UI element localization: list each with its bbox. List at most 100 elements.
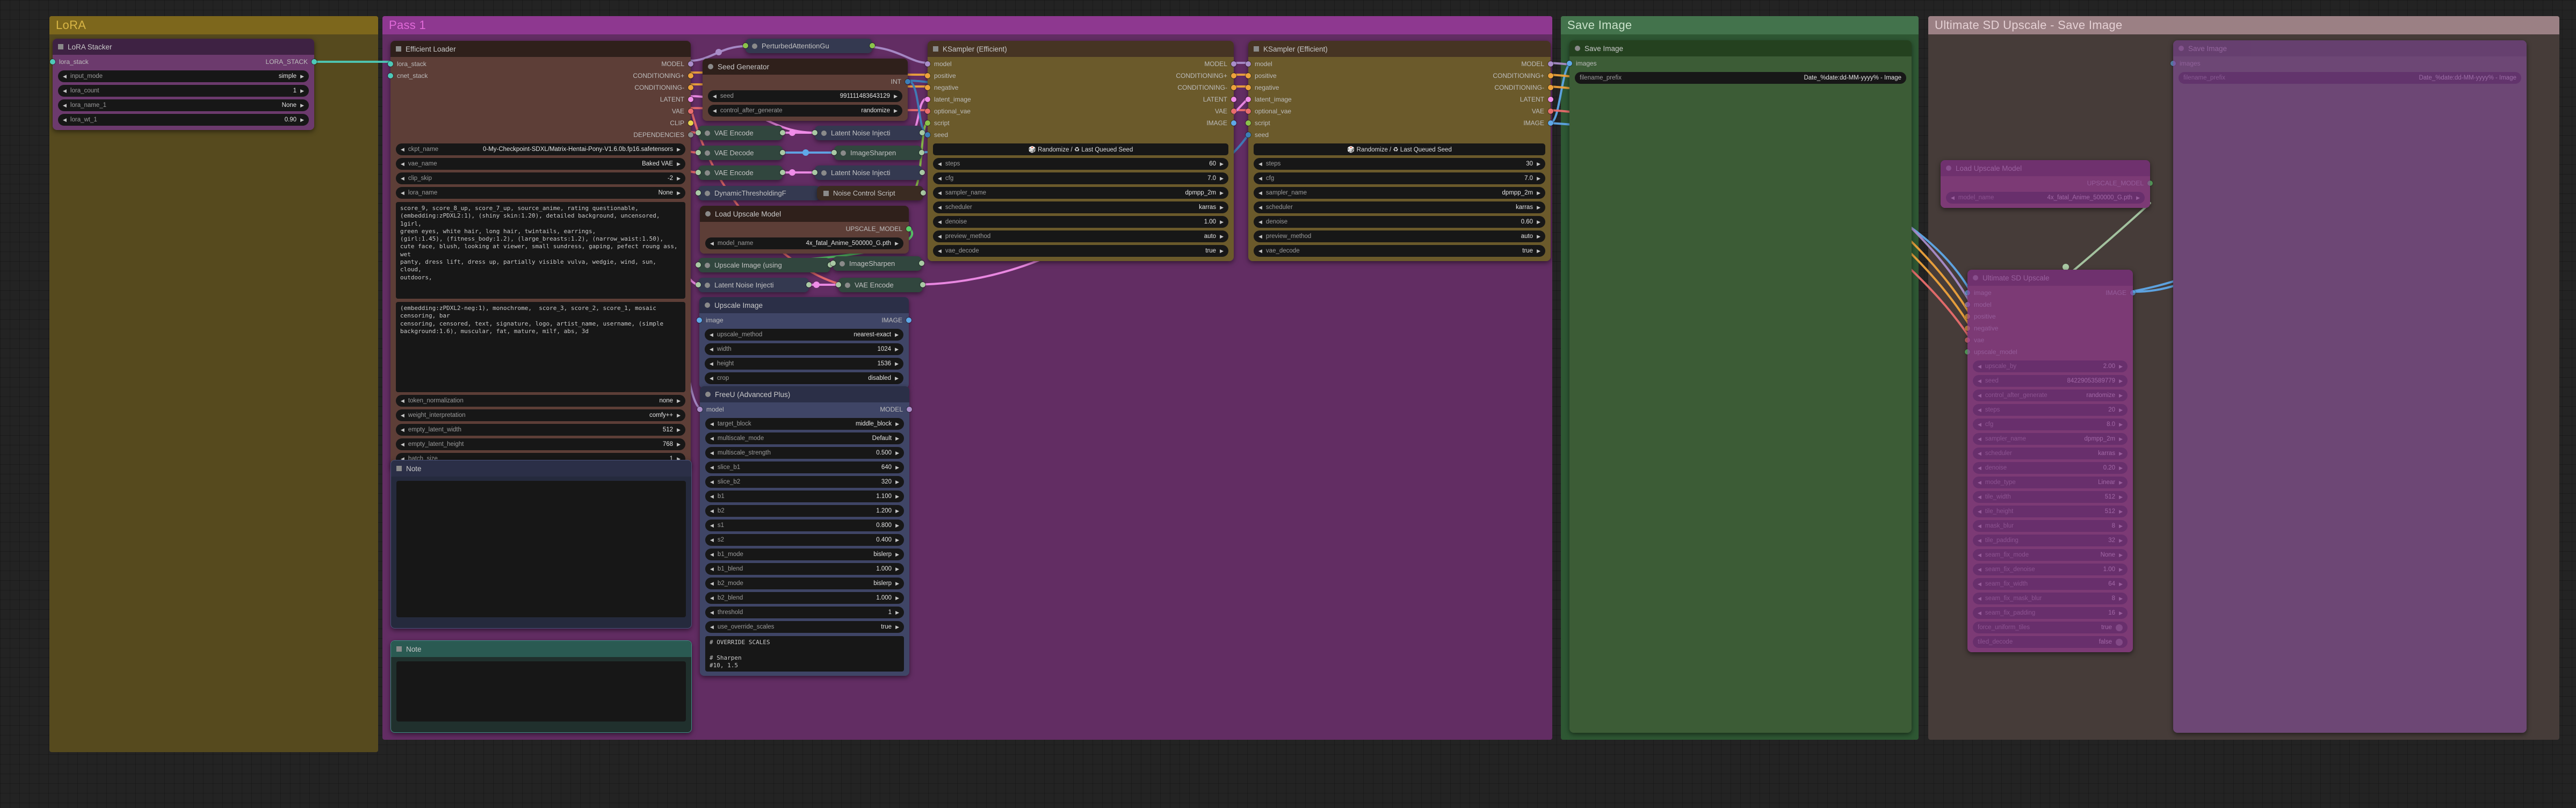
collapse-toggle-icon[interactable] (708, 64, 713, 69)
decrement-arrow-icon[interactable]: ◀ (1258, 219, 1262, 225)
collapse-toggle-icon[interactable] (705, 130, 710, 136)
widget-cfg[interactable]: ◀ cfg 7.0 ▶ (1254, 172, 1545, 184)
increment-arrow-icon[interactable]: ▶ (1220, 219, 1224, 225)
output-slot-dot[interactable] (688, 85, 693, 90)
widget-steps[interactable]: ◀ steps 30 ▶ (1254, 158, 1545, 170)
decrement-arrow-icon[interactable]: ◀ (1978, 364, 1981, 370)
node-graph-canvas[interactable]: LoRA Pass 1 Save Image Ultimate SD Upscale … (0, 0, 2576, 808)
widget-token_normalization[interactable]: ◀ token_normalization none ▶ (396, 395, 685, 407)
widget-empty_latent_height[interactable]: ◀ empty_latent_height 768 ▶ (396, 438, 685, 450)
widget-s1[interactable]: ◀ s1 0.800 ▶ (705, 520, 904, 531)
input-slot-positive[interactable]: positive (925, 72, 956, 80)
input-slot-images[interactable]: images (2170, 60, 2201, 67)
toggle-knob-icon[interactable] (2116, 638, 2123, 646)
increment-arrow-icon[interactable]: ▶ (1220, 161, 1224, 167)
output-slot-dot[interactable] (2130, 290, 2136, 295)
increment-arrow-icon[interactable]: ▶ (1220, 176, 1224, 182)
input-slot-dot[interactable] (1246, 120, 1251, 126)
group-header-lora[interactable]: LoRA (49, 16, 378, 34)
increment-arrow-icon[interactable]: ▶ (2119, 422, 2123, 428)
node-title-bar[interactable]: KSampler (Efficient) (928, 41, 1234, 57)
input-slot-dot[interactable] (2170, 61, 2176, 66)
widget-mask_blur[interactable]: ◀ mask_blur 8 ▶ (1973, 520, 2128, 532)
input-slot-dot[interactable] (1567, 61, 1572, 66)
node-dynamic-thresholding[interactable]: DynamicThresholdingF (696, 186, 823, 200)
input-slot-dot[interactable] (50, 59, 55, 64)
collapse-toggle-icon[interactable] (821, 170, 827, 176)
widget-sampler_name[interactable]: ◀ sampler_name dpmpp_2m ▶ (933, 187, 1228, 199)
widget-cfg[interactable]: ◀ cfg 7.0 ▶ (933, 172, 1228, 184)
decrement-arrow-icon[interactable]: ◀ (1978, 480, 1981, 486)
decrement-arrow-icon[interactable]: ◀ (1978, 596, 1981, 602)
increment-arrow-icon[interactable]: ▶ (2119, 451, 2123, 457)
increment-arrow-icon[interactable]: ▶ (895, 465, 899, 471)
widget-multiscale_mode[interactable]: ◀ multiscale_mode Default ▶ (705, 432, 904, 444)
decrement-arrow-icon[interactable]: ◀ (1978, 523, 1981, 529)
input-slot-dot[interactable] (1965, 302, 1970, 307)
decrement-arrow-icon[interactable]: ◀ (1978, 552, 1981, 558)
widget-upscale_method[interactable]: ◀ upscale_method nearest-exact ▶ (705, 329, 903, 341)
decrement-arrow-icon[interactable]: ◀ (710, 595, 714, 601)
output-slot-dot[interactable] (906, 318, 911, 323)
decrement-arrow-icon[interactable]: ◀ (1978, 567, 1981, 573)
input-slot-dot[interactable] (1965, 314, 1970, 319)
decrement-arrow-icon[interactable]: ◀ (710, 241, 714, 247)
input-slot-dot[interactable] (925, 97, 930, 102)
increment-arrow-icon[interactable]: ▶ (1220, 248, 1224, 254)
increment-arrow-icon[interactable]: ▶ (2119, 364, 2123, 370)
decrement-arrow-icon[interactable]: ◀ (1978, 407, 1981, 413)
output-slot-IMAGE[interactable]: IMAGE (1206, 119, 1236, 127)
node-efficient-loader[interactable]: Efficient Loader lora_stack MODEL cnet_stac… (388, 41, 693, 469)
collapse-toggle-icon[interactable] (705, 170, 710, 176)
widget-empty_latent_width[interactable]: ◀ empty_latent_width 512 ▶ (396, 424, 685, 436)
collapsed-input-slot[interactable] (836, 282, 841, 287)
input-slot-dot[interactable] (1246, 73, 1251, 78)
input-slot-optional_vae[interactable]: optional_vae (925, 107, 971, 115)
decrement-arrow-icon[interactable]: ◀ (63, 74, 67, 80)
input-slot-seed[interactable]: seed (1246, 131, 1269, 139)
input-slot-cnet_stack[interactable]: cnet_stack (388, 72, 428, 80)
increment-arrow-icon[interactable]: ▶ (895, 610, 899, 616)
decrement-arrow-icon[interactable]: ◀ (710, 479, 714, 485)
increment-arrow-icon[interactable]: ▶ (677, 442, 681, 448)
decrement-arrow-icon[interactable]: ◀ (1258, 205, 1262, 211)
output-slot-MODEL[interactable]: MODEL (1521, 60, 1553, 68)
collapse-toggle-icon[interactable] (821, 130, 827, 136)
output-slot-CONDITIONING+[interactable]: CONDITIONING+ (633, 72, 693, 80)
increment-arrow-icon[interactable]: ▶ (895, 450, 899, 456)
node-save-image-1[interactable]: Save Image images filename_prefix Date_%dat… (1567, 40, 1912, 733)
output-slot-DEPENDENCIES[interactable]: DEPENDENCIES (633, 131, 693, 139)
collapse-toggle-icon[interactable] (705, 262, 710, 268)
increment-arrow-icon[interactable]: ▶ (2119, 581, 2123, 587)
widget-weight_interpretation[interactable]: ◀ weight_interpretation comfy++ ▶ (396, 409, 685, 421)
input-slot-dot[interactable] (925, 61, 930, 67)
collapsed-input-slot[interactable] (743, 43, 748, 48)
output-slot-dot[interactable] (312, 59, 317, 64)
collapsed-output-slot[interactable] (920, 282, 925, 287)
widget-b1_mode[interactable]: ◀ b1_mode bislerp ▶ (705, 549, 904, 560)
decrement-arrow-icon[interactable]: ◀ (938, 205, 942, 211)
collapsed-output-slot[interactable] (920, 130, 925, 135)
widget-cfg[interactable]: ◀ cfg 8.0 ▶ (1973, 419, 2128, 430)
increment-arrow-icon[interactable]: ▶ (895, 376, 899, 381)
textarea-widget[interactable]: (embedding:zPDXL2-neg:1), monochrome, sc… (396, 302, 685, 392)
decrement-arrow-icon[interactable]: ◀ (401, 147, 404, 153)
input-slot-script[interactable]: script (925, 119, 950, 127)
input-slot-dot[interactable] (388, 73, 393, 78)
increment-arrow-icon[interactable]: ▶ (2119, 407, 2123, 413)
widget-filename_prefix[interactable]: filename_prefix Date_%date:dd-MM-yyyy% - … (1575, 72, 1906, 84)
increment-arrow-icon[interactable]: ▶ (895, 581, 899, 587)
input-slot-dot[interactable] (1246, 132, 1251, 138)
input-slot-dot[interactable] (697, 318, 702, 323)
decrement-arrow-icon[interactable]: ◀ (938, 219, 942, 225)
increment-arrow-icon[interactable]: ▶ (677, 190, 681, 196)
increment-arrow-icon[interactable]: ▶ (2119, 436, 2123, 442)
output-slot-MODEL[interactable]: MODEL (661, 60, 693, 68)
increment-arrow-icon[interactable]: ▶ (895, 479, 899, 485)
output-slot-CLIP[interactable]: CLIP (670, 119, 693, 127)
node-note-1[interactable]: Note (390, 460, 692, 629)
collapsed-input-slot[interactable] (812, 170, 817, 175)
node-title-bar[interactable]: Load Upscale Model (700, 206, 909, 222)
decrement-arrow-icon[interactable]: ◀ (401, 190, 404, 196)
widget-b1[interactable]: ◀ b1 1.100 ▶ (705, 490, 904, 502)
